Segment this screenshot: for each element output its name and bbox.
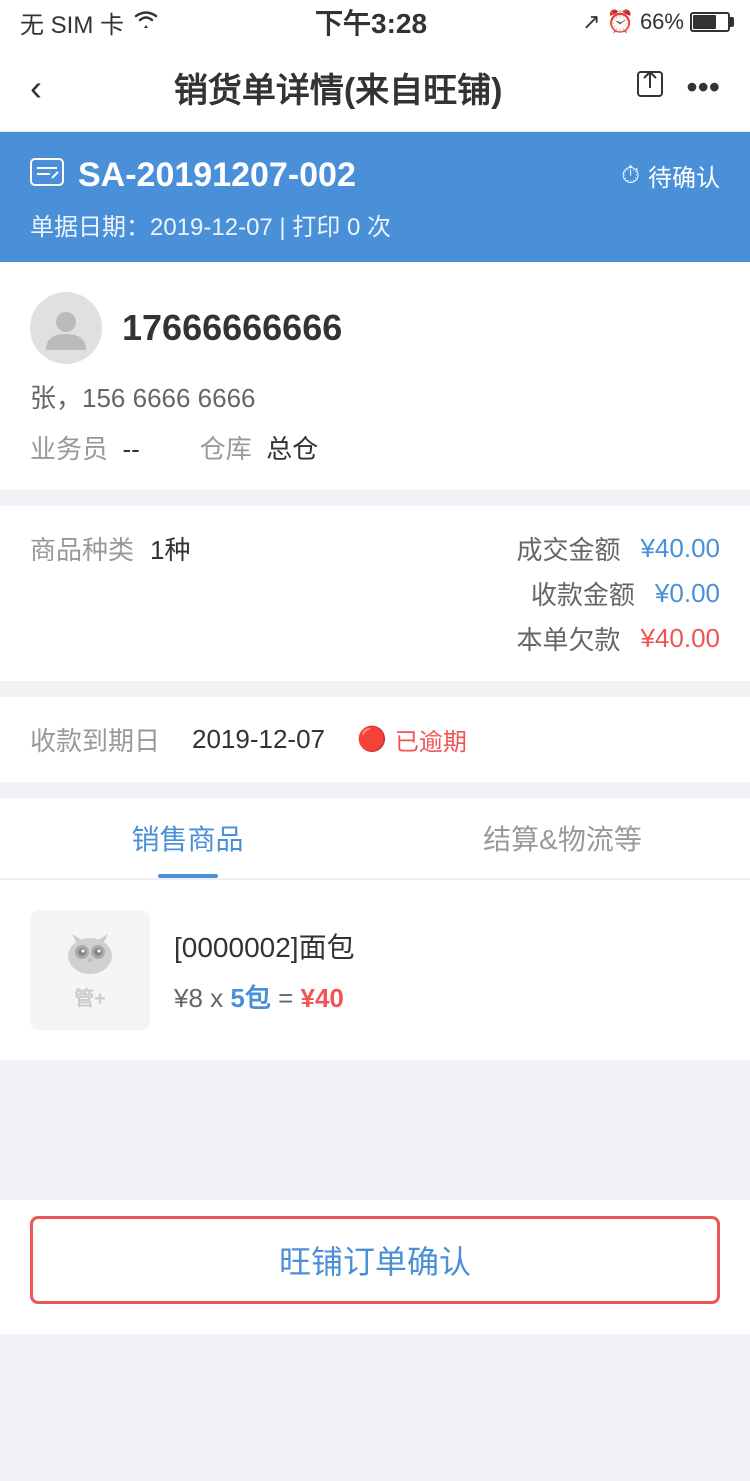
due-date-value: 2019-12-07	[192, 724, 325, 755]
overdue-badge: 🔴 已逾期	[357, 722, 467, 757]
order-icon	[30, 156, 64, 195]
product-list: 管+ [0000002]面包 ¥8 x 5包 = ¥40	[0, 880, 750, 1061]
order-status: ⏱ 待确认	[621, 158, 720, 193]
receive-amount-value: ¥0.00	[655, 578, 720, 609]
due-date-label: 收款到期日	[30, 721, 160, 758]
status-bar: 无 SIM 卡 下午3:28 ↗ ⏰ 66%	[0, 0, 750, 44]
product-quantity: 5包	[230, 983, 270, 1013]
tab-sales[interactable]: 销售商品	[0, 798, 375, 878]
owed-amount-label: 本单欠款	[516, 620, 620, 657]
overdue-text: 已逾期	[395, 722, 467, 757]
summary-card: 商品种类 1种 成交金额 ¥40.00 收款金额 ¥0.00 本单欠款 ¥40.…	[0, 506, 750, 681]
nav-actions: •••	[634, 68, 720, 108]
deal-amount-value: ¥40.00	[640, 533, 720, 564]
deal-amount-label: 成交金额	[516, 530, 620, 567]
confirm-order-button[interactable]: 旺铺订单确认	[30, 1216, 720, 1304]
customer-card: 17666666666 张，156 6666 6666 业务员 -- 仓库 总仓	[0, 262, 750, 490]
order-id-row: SA-20191207-002 ⏱ 待确认	[30, 156, 720, 195]
product-price: ¥8 x 5包 = ¥40	[174, 978, 720, 1015]
customer-detail: 张，156 6666 6666	[30, 378, 720, 415]
order-date: 单据日期：2019-12-07 | 打印 0 次	[30, 207, 720, 242]
overdue-icon: 🔴	[357, 725, 387, 754]
battery-icon	[690, 12, 730, 32]
location-icon: ↗	[582, 9, 600, 35]
customer-row: 17666666666	[30, 292, 720, 364]
more-button[interactable]: •••	[686, 69, 720, 106]
product-type-value: 1种	[150, 530, 190, 567]
time-display: 下午3:28	[315, 2, 427, 42]
product-info: [0000002]面包 ¥8 x 5包 = ¥40	[174, 926, 720, 1015]
status-left: 无 SIM 卡	[20, 5, 160, 40]
order-id: SA-20191207-002	[30, 156, 356, 195]
customer-meta: 业务员 -- 仓库 总仓	[30, 429, 720, 466]
product-thumbnail: 管+	[30, 910, 150, 1030]
owed-amount-row: 本单欠款 ¥40.00	[516, 620, 720, 657]
table-row: 管+ [0000002]面包 ¥8 x 5包 = ¥40	[0, 880, 750, 1061]
carrier-text: 无 SIM 卡	[20, 5, 124, 40]
receive-amount-row: 收款金额 ¥0.00	[531, 575, 720, 612]
battery-percent: 66%	[640, 9, 684, 35]
tabs: 销售商品 结算&物流等	[0, 798, 750, 879]
summary-right: 成交金额 ¥40.00 收款金额 ¥0.00 本单欠款 ¥40.00	[516, 530, 720, 657]
product-type-row: 商品种类 1种	[30, 530, 190, 567]
status-right: ↗ ⏰ 66%	[582, 9, 730, 35]
receive-amount-label: 收款金额	[531, 575, 635, 612]
bottom-bar: 旺铺订单确认	[0, 1199, 750, 1334]
share-button[interactable]	[634, 68, 666, 108]
product-total: ¥40	[300, 983, 343, 1013]
owed-amount-value: ¥40.00	[640, 623, 720, 654]
nav-bar: ‹ 销货单详情(来自旺铺) •••	[0, 44, 750, 132]
due-date-card: 收款到期日 2019-12-07 🔴 已逾期	[0, 697, 750, 782]
customer-phone: 17666666666	[122, 307, 342, 349]
brand-label: 管+	[74, 982, 106, 1011]
deal-amount-row: 成交金额 ¥40.00	[516, 530, 720, 567]
status-clock-icon: ⏱	[621, 162, 640, 190]
order-header: SA-20191207-002 ⏱ 待确认 单据日期：2019-12-07 | …	[0, 132, 750, 262]
warehouse-label: 仓库 总仓	[200, 429, 318, 466]
alarm-icon: ⏰	[607, 9, 634, 35]
summary-left: 商品种类 1种	[30, 530, 190, 567]
product-type-label: 商品种类	[30, 530, 134, 567]
avatar	[30, 292, 102, 364]
wifi-icon	[132, 8, 160, 36]
salesperson-label: 业务员 --	[30, 429, 140, 466]
status-label: 待确认	[648, 158, 720, 193]
back-button[interactable]: ‹	[30, 67, 42, 109]
tab-settlement[interactable]: 结算&物流等	[375, 798, 750, 878]
product-name: [0000002]面包	[174, 926, 720, 966]
page-title: 销货单详情(来自旺铺)	[174, 63, 503, 112]
order-number: SA-20191207-002	[78, 156, 356, 195]
